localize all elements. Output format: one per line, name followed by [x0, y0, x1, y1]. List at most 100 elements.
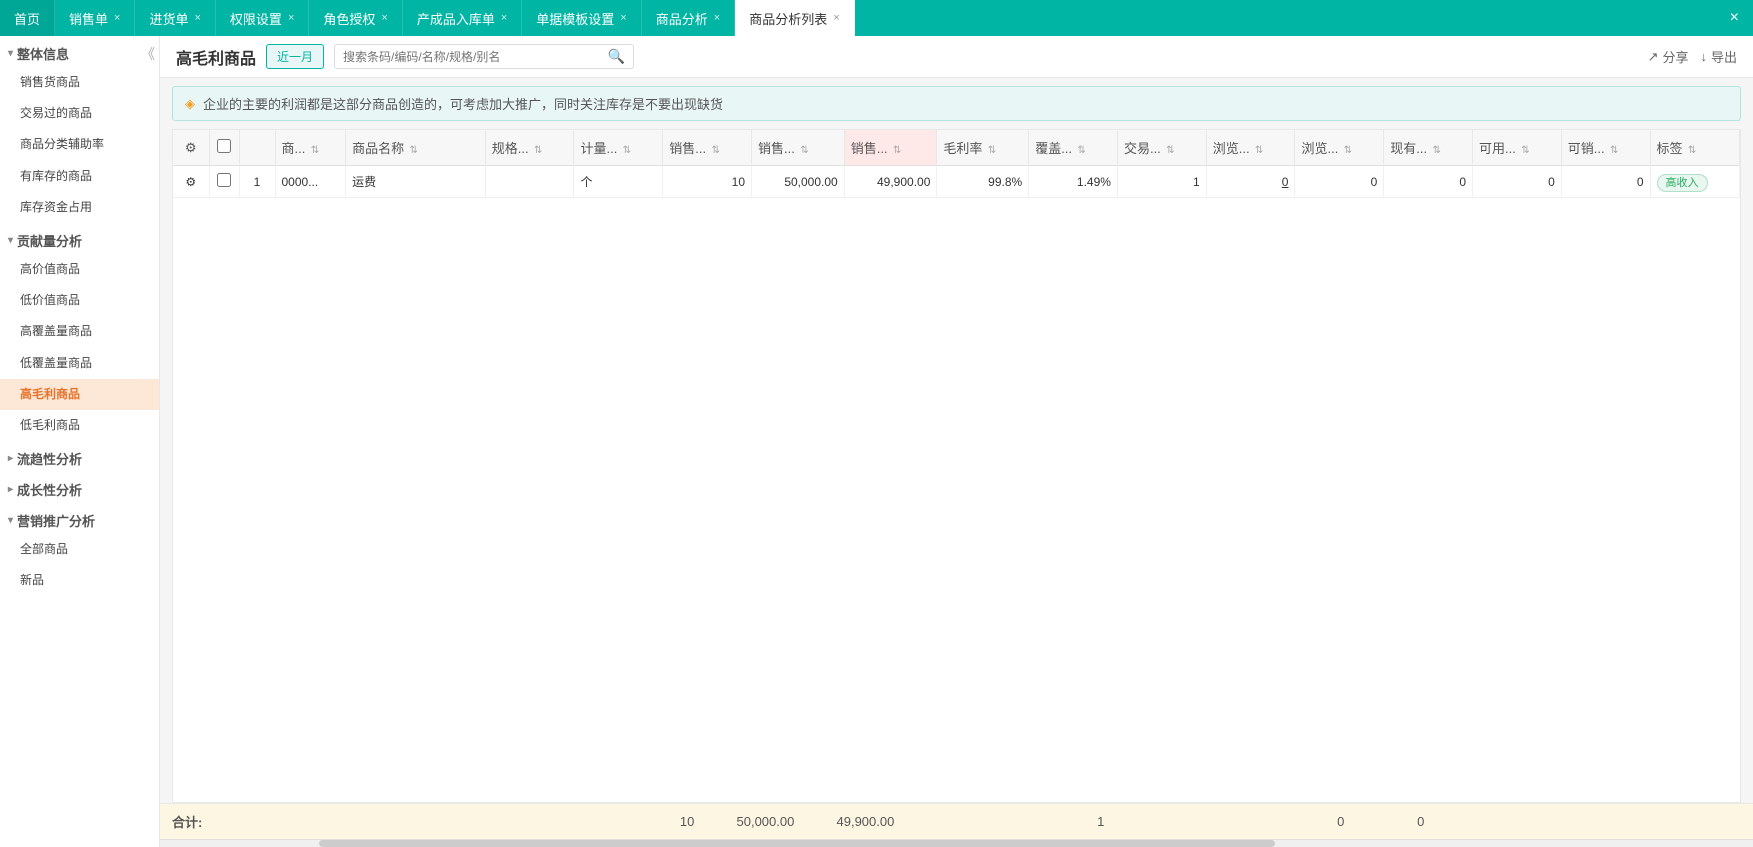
sidebar-item-high-margin[interactable]: 高毛利商品 — [0, 379, 159, 410]
sidebar-group-growth-analysis[interactable]: ▸ 成长性分析 — [0, 472, 159, 503]
tab-product-analysis[interactable]: 商品分析 × — [642, 0, 735, 36]
col-code[interactable]: 商... ⇅ — [275, 130, 346, 166]
sidebar-item-traded-goods[interactable]: 交易过的商品 — [0, 98, 159, 129]
close-role-permission[interactable]: × — [381, 12, 387, 24]
notice-bar: ◈ 企业的主要的利润都是这部分商品创造的，可考虑加大推广，同时关注库存是不要出现… — [172, 86, 1741, 121]
sort-current-stock-icon: ⇅ — [1432, 145, 1440, 156]
col-unit[interactable]: 计量... ⇅ — [574, 130, 663, 166]
sort-trade-count-icon: ⇅ — [1166, 145, 1174, 156]
col-view2[interactable]: 浏览... ⇅ — [1295, 130, 1384, 166]
row-settings[interactable]: ⚙ — [173, 166, 209, 198]
row-available: 0 — [1473, 166, 1562, 198]
footer-sales-amount: 50,000.00 — [694, 814, 794, 829]
col-check[interactable] — [209, 130, 239, 166]
tab-product-purchase[interactable]: 产成品入库单 × — [403, 0, 522, 36]
row-view1[interactable]: 0 — [1206, 166, 1295, 198]
search-icon[interactable]: 🔍 — [608, 48, 625, 65]
sidebar-item-stock-occupation[interactable]: 库存资金占用 — [0, 192, 159, 223]
tab-sales-order[interactable]: 销售单 × — [55, 0, 135, 36]
tab-product-analysis-list[interactable]: 商品分析列表 × — [735, 0, 854, 36]
sidebar-item-high-value[interactable]: 高价值商品 — [0, 254, 159, 285]
row-sales-qty: 10 — [663, 166, 752, 198]
sidebar-item-low-margin[interactable]: 低毛利商品 — [0, 410, 159, 441]
sidebar-collapse-button[interactable]: 《 — [141, 44, 155, 64]
sort-sellable-icon: ⇅ — [1610, 145, 1618, 156]
footer-available: 0 — [1344, 814, 1424, 829]
tab-purchase-order[interactable]: 进货单 × — [135, 0, 215, 36]
sort-available-icon: ⇅ — [1521, 145, 1529, 156]
notice-icon: ◈ — [185, 96, 195, 112]
bottom-scrollbar[interactable] — [160, 839, 1753, 847]
top-nav: 首页 销售单 × 进货单 × 权限设置 × 角色授权 × 产成品入库单 × 单据… — [0, 0, 1753, 36]
sort-view2-icon: ⇅ — [1344, 145, 1352, 156]
row-checkbox[interactable] — [217, 173, 231, 187]
sidebar-group-trend-analysis[interactable]: ▸ 流趋性分析 — [0, 441, 159, 472]
tab-permission-settings[interactable]: 权限设置 × — [216, 0, 309, 36]
sort-margin-rate-icon: ⇅ — [988, 145, 996, 156]
sidebar-item-stocked-goods[interactable]: 有库存的商品 — [0, 161, 159, 192]
page-title: 高毛利商品 — [176, 45, 256, 69]
col-trade-count[interactable]: 交易... ⇅ — [1117, 130, 1206, 166]
arrow-trend: ▸ — [8, 453, 13, 464]
sidebar: 《 ▾ 整体信息 销售货商品 交易过的商品 商品分类辅助率 有库存的商品 库存资… — [0, 36, 160, 847]
sidebar-item-sales-goods[interactable]: 销售货商品 — [0, 67, 159, 98]
sidebar-item-low-value[interactable]: 低价值商品 — [0, 285, 159, 316]
sort-unit-icon: ⇅ — [623, 145, 631, 156]
sidebar-group-overall[interactable]: ▾ 整体信息 — [0, 36, 159, 67]
close-permission-settings[interactable]: × — [288, 12, 294, 24]
select-all-checkbox[interactable] — [217, 139, 231, 153]
search-box: 🔍 — [334, 44, 634, 69]
close-order-template[interactable]: × — [620, 12, 626, 24]
export-button[interactable]: ↓ 导出 — [1700, 47, 1737, 66]
sort-name-icon: ⇅ — [409, 145, 417, 156]
tab-order-template[interactable]: 单据模板设置 × — [522, 0, 641, 36]
tab-role-permission[interactable]: 角色授权 × — [309, 0, 402, 36]
col-settings[interactable]: ⚙ — [173, 130, 209, 166]
sidebar-group-wealth-analysis[interactable]: ▾ 贡献量分析 — [0, 223, 159, 254]
col-name[interactable]: 商品名称 ⇅ — [346, 130, 486, 166]
col-tag[interactable]: 标签 ⇅ — [1650, 130, 1739, 166]
share-button[interactable]: ↗ 分享 — [1648, 47, 1689, 66]
close-purchase-order[interactable]: × — [194, 12, 200, 24]
col-current-stock[interactable]: 现有... ⇅ — [1384, 130, 1473, 166]
close-product-analysis-list[interactable]: × — [833, 12, 839, 24]
col-coverage[interactable]: 覆盖... ⇅ — [1029, 130, 1118, 166]
col-sales-amount[interactable]: 销售... ⇅ — [752, 130, 845, 166]
close-sales-order[interactable]: × — [114, 12, 120, 24]
sort-sales-cost-icon: ⇅ — [893, 145, 901, 156]
col-sales-cost[interactable]: 销售... ⇅ — [844, 130, 937, 166]
export-icon: ↓ — [1700, 49, 1707, 64]
col-margin-rate[interactable]: 毛利率 ⇅ — [937, 130, 1029, 166]
sort-coverage-icon: ⇅ — [1077, 145, 1085, 156]
footer-current-stock: 0 — [1264, 814, 1344, 829]
window-close-button[interactable]: × — [1716, 0, 1753, 36]
date-filter-button[interactable]: 近一月 — [266, 44, 324, 69]
header-actions: ↗ 分享 ↓ 导出 — [1648, 47, 1737, 66]
sidebar-item-new-goods[interactable]: 新品 — [0, 565, 159, 596]
col-spec[interactable]: 规格... ⇅ — [485, 130, 574, 166]
row-check[interactable] — [209, 166, 239, 198]
sidebar-item-all-goods[interactable]: 全部商品 — [0, 534, 159, 565]
scrollbar-thumb — [319, 840, 1275, 847]
col-available[interactable]: 可用... ⇅ — [1473, 130, 1562, 166]
sidebar-group-marketing-analysis[interactable]: ▾ 营销推广分析 — [0, 503, 159, 534]
search-input[interactable] — [343, 50, 608, 64]
sort-view1-icon: ⇅ — [1255, 145, 1263, 156]
tab-home[interactable]: 首页 — [0, 0, 55, 36]
footer-view1 — [1104, 814, 1184, 829]
col-sellable[interactable]: 可销... ⇅ — [1561, 130, 1650, 166]
close-product-analysis[interactable]: × — [714, 12, 720, 24]
close-product-purchase[interactable]: × — [501, 12, 507, 24]
sort-sales-qty-icon: ⇅ — [711, 145, 719, 156]
share-icon: ↗ — [1648, 49, 1659, 65]
content-header: 高毛利商品 近一月 🔍 ↗ 分享 ↓ 导出 — [160, 36, 1753, 78]
notice-text: 企业的主要的利润都是这部分商品创造的，可考虑加大推广，同时关注库存是不要出现缺货 — [203, 94, 723, 113]
sidebar-item-high-coverage[interactable]: 高覆盖量商品 — [0, 316, 159, 347]
table-row: ⚙ 1 0000... 运费 个 10 50,000.00 49,900.00 … — [173, 166, 1740, 198]
sort-spec-icon: ⇅ — [534, 145, 542, 156]
col-view1[interactable]: 浏览... ⇅ — [1206, 130, 1295, 166]
row-code: 0000... — [275, 166, 346, 198]
sidebar-item-segment-assist[interactable]: 商品分类辅助率 — [0, 129, 159, 160]
sidebar-item-low-coverage[interactable]: 低覆盖量商品 — [0, 348, 159, 379]
col-sales-qty[interactable]: 销售... ⇅ — [663, 130, 752, 166]
